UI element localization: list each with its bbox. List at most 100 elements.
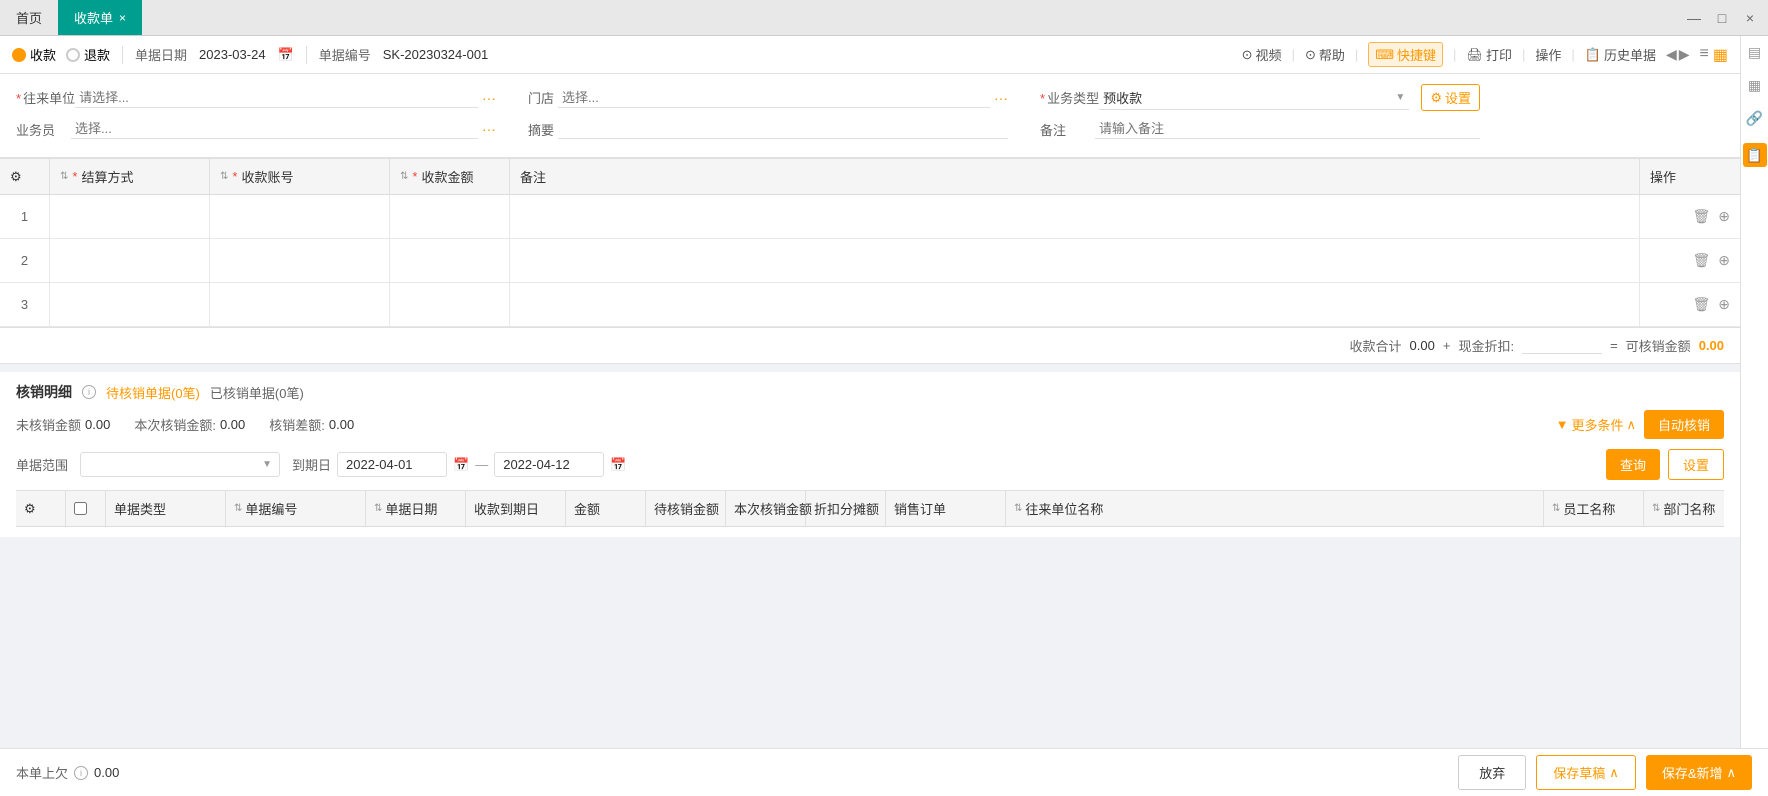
date-from-input[interactable] xyxy=(337,452,447,477)
salesperson-more-icon[interactable]: ··· xyxy=(482,121,496,137)
footer-actions: 放弃 保存草稿 ∧ 保存&新增 ∧ xyxy=(1458,755,1752,790)
counterpart-more-icon[interactable]: ··· xyxy=(482,90,496,106)
remark-input[interactable] xyxy=(1095,119,1480,139)
sort-icon-1: ⇅ xyxy=(60,171,68,182)
col-remark-label: 备注 xyxy=(520,167,546,186)
more-conditions-button[interactable]: ▼ 更多条件 ∧ xyxy=(1556,415,1636,434)
row-1-amount[interactable] xyxy=(390,195,510,238)
header-settlement: ⇅ * 结算方式 xyxy=(50,159,210,194)
list-view-icon[interactable]: ≡ xyxy=(1700,45,1709,65)
header-settings[interactable]: ⚙ xyxy=(0,159,50,194)
toolbar: 收款 退款 单据日期 2023-03-24 📅 单据编号 SK-20230324… xyxy=(0,36,1740,74)
counterpart-input[interactable] xyxy=(75,88,478,108)
shortcut-button[interactable]: ⌨ 快捷键 xyxy=(1368,42,1443,67)
radio-refund[interactable]: 退款 xyxy=(66,45,110,64)
bottom-col-settings[interactable]: ⚙ xyxy=(16,491,66,526)
footer-info-icon[interactable]: i xyxy=(74,766,88,780)
bottom-col-employee-label: 员工名称 xyxy=(1563,499,1615,518)
row-2-account[interactable] xyxy=(210,239,390,282)
row-2-settlement[interactable] xyxy=(50,239,210,282)
row-3-delete-icon[interactable]: 🗑 xyxy=(1692,296,1710,313)
save-draft-button[interactable]: 保存草稿 ∧ xyxy=(1536,755,1636,790)
auto-verify-button[interactable]: 自动核销 xyxy=(1644,410,1724,439)
row-3-copy-icon[interactable]: ⊕ xyxy=(1718,296,1730,313)
row-3-remark[interactable] xyxy=(510,283,1640,326)
maximize-button[interactable]: □ xyxy=(1712,8,1732,28)
business-type-select[interactable]: 预收款 ▼ xyxy=(1099,86,1409,110)
row-3-account[interactable] xyxy=(210,283,390,326)
bottom-col-type-label: 单据类型 xyxy=(114,499,166,518)
tab-home[interactable]: 首页 xyxy=(0,0,58,35)
print-button[interactable]: 🖨 打印 xyxy=(1466,45,1512,64)
help-button[interactable]: ⊙ 帮助 xyxy=(1305,45,1345,64)
date-range-select[interactable] xyxy=(80,452,280,477)
store-input[interactable] xyxy=(558,88,990,108)
store-more-icon[interactable]: ··· xyxy=(994,90,1008,106)
diff-stat: 核销差额: 0.00 xyxy=(269,415,354,434)
operation-button[interactable]: 操作 xyxy=(1535,45,1561,64)
total-value: 0.00 xyxy=(1410,338,1435,353)
bottom-col-pending: 待核销金额 xyxy=(646,491,726,526)
net-value: 0.00 xyxy=(1699,338,1724,353)
select-all-checkbox[interactable] xyxy=(74,502,87,515)
row-3-actions: 🗑 ⊕ xyxy=(1640,283,1740,326)
grid-view-icon[interactable]: ▦ xyxy=(1713,45,1728,65)
row-3-settlement[interactable] xyxy=(50,283,210,326)
bottom-col-store-label: 部门名称 xyxy=(1663,499,1715,518)
date-to-calendar-icon[interactable]: 📅 xyxy=(610,457,626,473)
discard-button[interactable]: 放弃 xyxy=(1458,755,1526,790)
tab-collection[interactable]: 收款单 × xyxy=(58,0,142,35)
sidebar-icon-4[interactable]: 📋 xyxy=(1743,143,1767,167)
row-1-delete-icon[interactable]: 🗑 xyxy=(1692,208,1710,225)
row-1-remark[interactable] xyxy=(510,195,1640,238)
row-2-delete-icon[interactable]: 🗑 xyxy=(1692,252,1710,269)
nav-prev[interactable]: ◀ xyxy=(1666,46,1677,63)
bottom-col-date: ⇅ 单据日期 xyxy=(366,491,466,526)
nav-next[interactable]: ▶ xyxy=(1679,46,1690,63)
date-to-input[interactable] xyxy=(494,452,604,477)
verification-header: 核销明细 i 待核销单据(0笔) 已核销单据(0笔) xyxy=(16,382,1724,402)
video-button[interactable]: ⊙ 视频 xyxy=(1242,45,1282,64)
divider-v1: | xyxy=(1292,47,1295,62)
row-2-amount[interactable] xyxy=(390,239,510,282)
col-account-label: 收款账号 xyxy=(241,167,293,186)
bottom-col-employee: ⇅ 员工名称 xyxy=(1544,491,1644,526)
sidebar-icon-3[interactable]: 🔗 xyxy=(1746,110,1763,127)
row-3-amount[interactable] xyxy=(390,283,510,326)
minimize-button[interactable]: — xyxy=(1684,8,1704,28)
row-2-remark[interactable] xyxy=(510,239,1640,282)
settings-btn[interactable]: 设置 xyxy=(1668,449,1724,480)
row-1-settlement[interactable] xyxy=(50,195,210,238)
calendar-icon[interactable]: 📅 xyxy=(278,47,294,63)
bottom-col-checkbox[interactable] xyxy=(66,491,106,526)
date-from-calendar-icon[interactable]: 📅 xyxy=(453,457,469,473)
row-2-copy-icon[interactable]: ⊕ xyxy=(1718,252,1730,269)
row-1-copy-icon[interactable]: ⊕ xyxy=(1718,208,1730,225)
sidebar-icon-1[interactable]: ▤ xyxy=(1748,44,1761,61)
date-range-label: 单据范围 xyxy=(16,455,68,474)
save-new-button[interactable]: 保存&新增 ∧ xyxy=(1646,755,1752,790)
sidebar-icon-2[interactable]: ▦ xyxy=(1748,77,1761,94)
bottom-col-due-date-label: 收款到期日 xyxy=(474,499,539,518)
print-icon: 🖨 xyxy=(1466,47,1483,63)
form-row-1: 往来单位 ··· 门店 ··· 业务类型 预收款 ▼ xyxy=(16,84,1724,111)
discount-input[interactable] xyxy=(1522,338,1602,354)
unverified-stat: 未核销金额 0.00 xyxy=(16,415,110,434)
close-button[interactable]: × xyxy=(1740,8,1760,28)
settings-icon: ⚙ xyxy=(10,169,22,185)
diff-label: 核销差额: xyxy=(269,415,325,434)
save-draft-arrow-icon: ∧ xyxy=(1609,765,1619,781)
history-button[interactable]: 📋 历史单据 xyxy=(1585,45,1656,64)
summary-input[interactable] xyxy=(558,119,1008,139)
row-1-account[interactable] xyxy=(210,195,390,238)
verified-tab[interactable]: 已核销单据(0笔) xyxy=(210,383,304,402)
current-value: 0.00 xyxy=(220,417,245,432)
query-button[interactable]: 查询 xyxy=(1606,449,1660,480)
verification-info-icon[interactable]: i xyxy=(82,385,96,399)
salesperson-input[interactable] xyxy=(71,119,478,139)
pending-tab[interactable]: 待核销单据(0笔) xyxy=(106,383,200,402)
tab-close-icon[interactable]: × xyxy=(119,11,126,25)
radio-collection[interactable]: 收款 xyxy=(12,45,56,64)
setting-button[interactable]: ⚙ 设置 xyxy=(1421,84,1480,111)
summary-row: 收款合计 0.00 + 现金折扣: = 可核销金额 0.00 xyxy=(0,328,1740,364)
